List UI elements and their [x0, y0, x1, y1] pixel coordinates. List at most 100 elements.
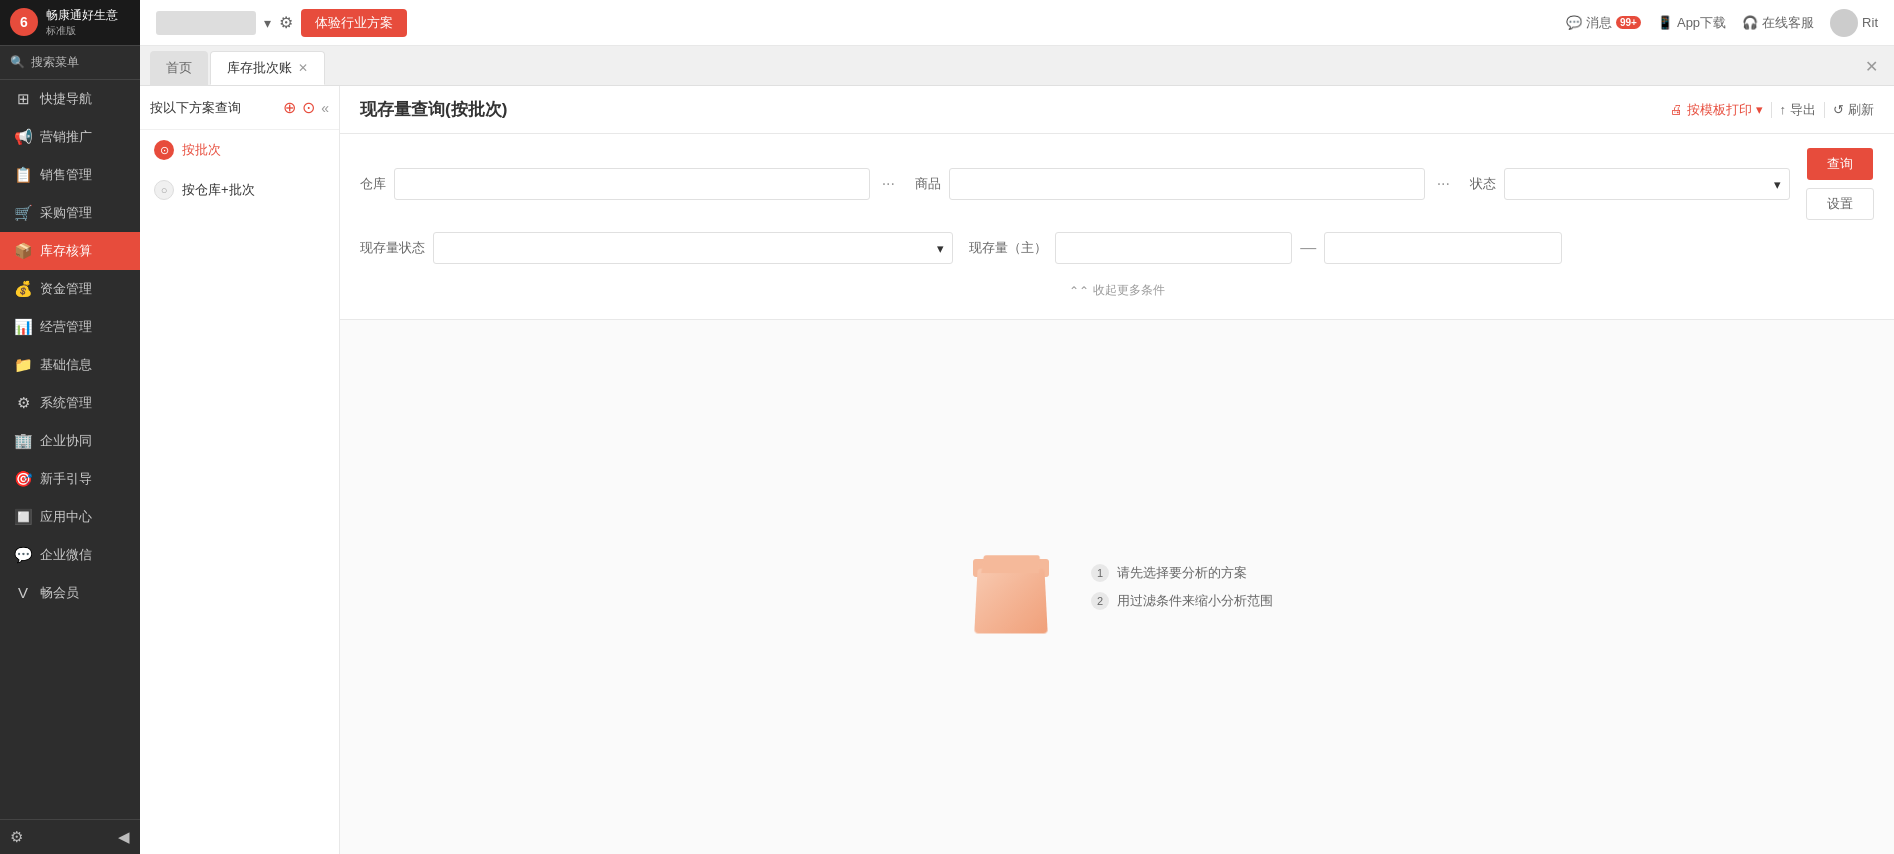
refresh-icon: ↺: [1833, 102, 1844, 117]
topbar-settings-icon[interactable]: ⚙: [279, 13, 293, 32]
sidebar-item-basics[interactable]: 📁 基础信息: [0, 346, 140, 384]
notification-item[interactable]: 💬 消息 99+: [1566, 14, 1641, 32]
user-profile[interactable]: Rit: [1830, 9, 1878, 37]
sidebar-item-marketing[interactable]: 📢 营销推广: [0, 118, 140, 156]
filter-area: 仓库 ··· 商品 ··· 状态 ▾: [340, 134, 1894, 320]
warehouse-filter: 仓库 ···: [360, 168, 899, 200]
scheme-inactive-icon: ○: [154, 180, 174, 200]
product-filter: 商品 ···: [915, 168, 1454, 200]
purchase-icon: 🛒: [14, 204, 32, 222]
inventory-status-dropdown-icon: ▾: [937, 241, 944, 256]
search-menu[interactable]: 🔍 搜索菜单: [0, 46, 140, 80]
warehouse-more-icon[interactable]: ···: [878, 175, 899, 193]
sidebar-item-system[interactable]: ⚙ 系统管理: [0, 384, 140, 422]
scheme-label: 按仓库+批次: [182, 181, 255, 199]
sidebar-item-label: 企业协同: [40, 432, 92, 450]
app-download-label: App下载: [1677, 14, 1726, 32]
sidebar-item-enterprise[interactable]: 🏢 企业协同: [0, 422, 140, 460]
scheme-item-by-batch[interactable]: ⊙ 按批次: [140, 130, 339, 170]
headset-icon: 🎧: [1742, 15, 1758, 30]
notification-label: 消息: [1586, 14, 1612, 32]
filter-row-2: 现存量状态 ▾ 现存量（主） —: [360, 232, 1874, 264]
sidebar-item-appstore[interactable]: 🔲 应用中心: [0, 498, 140, 536]
app-download-item[interactable]: 📱 App下载: [1657, 14, 1726, 32]
inventory-qty-filter: 现存量（主） —: [969, 232, 1562, 264]
print-label: 按模板打印: [1687, 101, 1752, 119]
tab-panel-close-icon[interactable]: ✕: [1865, 56, 1878, 75]
vip-icon: V: [14, 584, 32, 601]
inventory-status-label: 现存量状态: [360, 239, 425, 257]
topbar-dropdown-icon[interactable]: ▾: [264, 15, 271, 31]
warehouse-input[interactable]: [394, 168, 870, 200]
page-header-actions: 🖨 按模板打印 ▾ ↑ 导出 ↺ 刷新: [1670, 101, 1875, 119]
sidebar-nav: ⊞ 快捷导航 📢 营销推广 📋 销售管理 🛒 采购管理 📦 库存核算 💰 资金管…: [0, 80, 140, 819]
sidebar-item-label: 系统管理: [40, 394, 92, 412]
wechat-icon: 💬: [14, 546, 32, 564]
sidebar-item-vip[interactable]: V 畅会员: [0, 574, 140, 612]
sidebar-item-sales[interactable]: 📋 销售管理: [0, 156, 140, 194]
add-scheme-icon[interactable]: ⊕: [283, 98, 296, 117]
settings-button[interactable]: 设置: [1806, 188, 1874, 220]
username: Rit: [1862, 15, 1878, 30]
scheme-item-by-warehouse-batch[interactable]: ○ 按仓库+批次: [140, 170, 339, 210]
collapse-bar[interactable]: ⌃⌃ 收起更多条件: [360, 276, 1874, 305]
appstore-icon: 🔲: [14, 508, 32, 526]
print-icon: 🖨: [1670, 102, 1683, 117]
query-button[interactable]: 查询: [1807, 148, 1873, 180]
hint-text-1: 请先选择要分析的方案: [1117, 564, 1247, 582]
product-input[interactable]: [949, 168, 1425, 200]
inventory-qty-from[interactable]: [1055, 232, 1292, 264]
customer-service-item[interactable]: 🎧 在线客服: [1742, 14, 1814, 32]
sidebar-item-wechat[interactable]: 💬 企业微信: [0, 536, 140, 574]
page-content: 按以下方案查询 ⊕ ⊙ « ⊙ 按批次 ○ 按仓库+批次 现存量查询(按批次): [140, 86, 1894, 854]
left-panel-header: 按以下方案查询 ⊕ ⊙ «: [140, 86, 339, 130]
tabs-bar: 首页 库存批次账 ✕ ✕: [140, 46, 1894, 86]
qty-separator: —: [1300, 239, 1316, 257]
tab-batch-account[interactable]: 库存批次账 ✕: [210, 51, 325, 85]
sales-icon: 📋: [14, 166, 32, 184]
sidebar-item-label: 快捷导航: [40, 90, 92, 108]
sidebar-item-purchase[interactable]: 🛒 采购管理: [0, 194, 140, 232]
refresh-label: 刷新: [1848, 101, 1874, 119]
sidebar-item-label: 新手引导: [40, 470, 92, 488]
sidebar-item-label: 采购管理: [40, 204, 92, 222]
settings-scheme-icon[interactable]: ⊙: [302, 98, 315, 117]
refresh-button[interactable]: ↺ 刷新: [1833, 101, 1874, 119]
inventory-qty-to[interactable]: [1324, 232, 1561, 264]
inventory-status-select[interactable]: ▾: [433, 232, 953, 264]
action-buttons: 查询 设置: [1806, 148, 1874, 220]
topbar-brand: [156, 11, 256, 35]
finance-icon: 💰: [14, 280, 32, 298]
right-content: 现存量查询(按批次) 🖨 按模板打印 ▾ ↑ 导出 ↺ 刷: [340, 86, 1894, 854]
inventory-icon: 📦: [14, 242, 32, 260]
left-panel-actions: ⊕ ⊙ «: [283, 98, 329, 117]
status-label: 状态: [1470, 175, 1496, 193]
footer-collapse-icon[interactable]: ◀: [118, 828, 130, 846]
sidebar-item-finance[interactable]: 💰 资金管理: [0, 270, 140, 308]
print-button[interactable]: 🖨 按模板打印 ▾: [1670, 101, 1763, 119]
divider2: [1824, 102, 1825, 118]
sidebar-item-label: 资金管理: [40, 280, 92, 298]
export-button[interactable]: ↑ 导出: [1780, 101, 1817, 119]
sidebar-item-quick-nav[interactable]: ⊞ 快捷导航: [0, 80, 140, 118]
sidebar-item-label: 经营管理: [40, 318, 92, 336]
tab-home[interactable]: 首页: [150, 51, 208, 85]
system-icon: ⚙: [14, 394, 32, 412]
sidebar-item-label: 基础信息: [40, 356, 92, 374]
collapse-up-icon: ⌃⌃: [1069, 284, 1089, 298]
footer-settings-icon[interactable]: ⚙: [10, 828, 23, 846]
product-label: 商品: [915, 175, 941, 193]
status-select[interactable]: ▾: [1504, 168, 1790, 200]
trial-button[interactable]: 体验行业方案: [301, 9, 407, 37]
page-title: 现存量查询(按批次): [360, 98, 507, 121]
newcomer-icon: 🎯: [14, 470, 32, 488]
left-panel-title: 按以下方案查询: [150, 99, 241, 117]
sidebar-item-inventory[interactable]: 📦 库存核算: [0, 232, 140, 270]
search-menu-label: 搜索菜单: [31, 54, 79, 71]
sidebar-item-newcomer[interactable]: 🎯 新手引导: [0, 460, 140, 498]
sidebar-item-operations[interactable]: 📊 经营管理: [0, 308, 140, 346]
product-more-icon[interactable]: ···: [1433, 175, 1454, 193]
quick-nav-icon: ⊞: [14, 90, 32, 108]
tab-close-icon[interactable]: ✕: [298, 61, 308, 75]
collapse-panel-icon[interactable]: «: [321, 100, 329, 116]
